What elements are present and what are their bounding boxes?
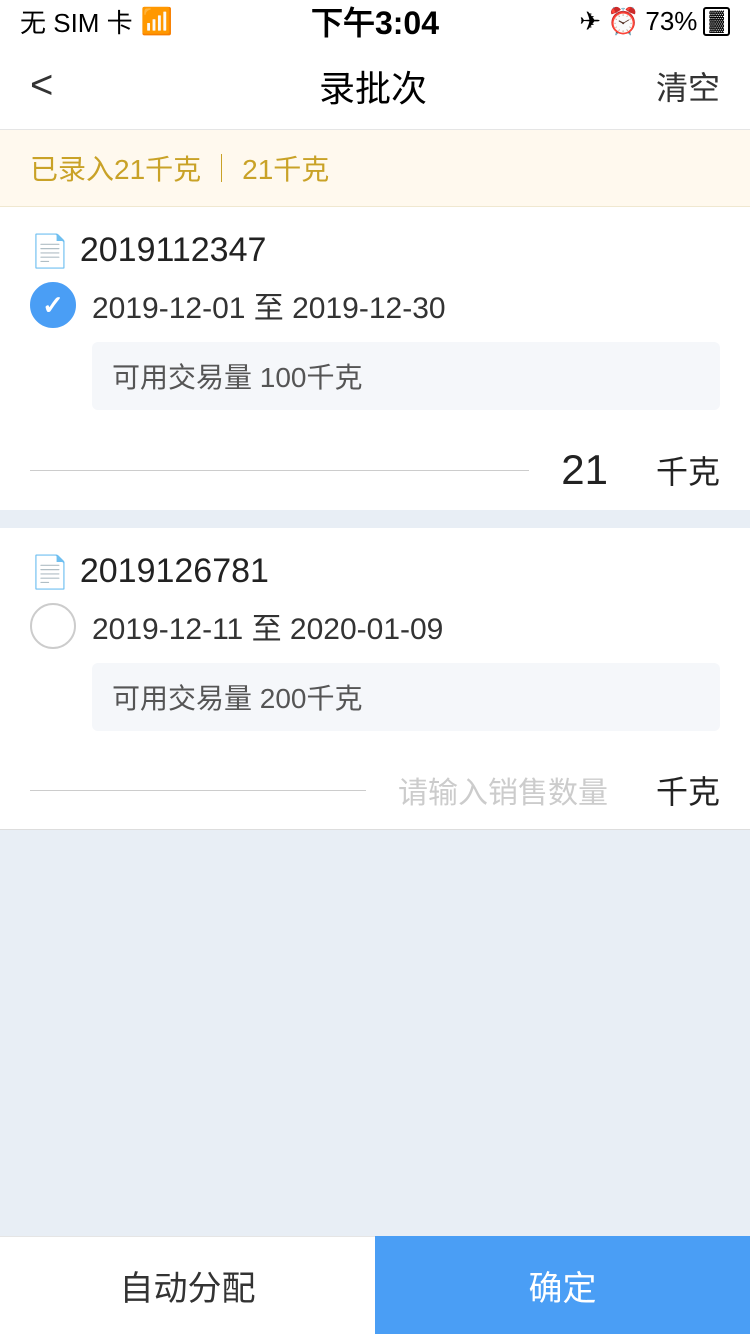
batch-checkbox-2[interactable]: ✓ — [30, 603, 76, 649]
nav-bar: < 录批次 清空 — [0, 42, 750, 130]
status-time: 下午3:04 — [311, 0, 439, 44]
checkmark-icon-2: ✓ — [42, 611, 64, 642]
auto-distribute-button[interactable]: 自动分配 — [0, 1236, 375, 1334]
input-placeholder-2[interactable]: 请输入销售数量 — [398, 768, 608, 812]
status-bar: 无 SIM 卡 📶 下午3:04 ✈ ⏰ 73% ▓ — [0, 0, 750, 42]
total-amount: 21千克 — [242, 148, 329, 188]
info-banner: 已录入21千克 21千克 — [0, 130, 750, 207]
info-divider — [221, 154, 222, 182]
batch-date-row-1: ✓ 2019-12-01 至 2019-12-30 — [30, 282, 720, 328]
battery-text: 73% — [645, 6, 697, 37]
available-box-1: 可用交易量 100千克 — [92, 342, 720, 410]
batch-id-2: 2019126781 — [80, 552, 269, 591]
input-row-2: 请输入销售数量 千克 — [0, 747, 750, 830]
batch-item-1: 📄 2019112347 ✓ 2019-12-01 至 2019-12-30 可… — [0, 207, 750, 410]
batch-checkbox-1[interactable]: ✓ — [30, 282, 76, 328]
carrier-text: 无 SIM 卡 — [20, 3, 133, 40]
gray-area — [0, 830, 750, 1270]
quantity-row-1: 21 千克 — [0, 426, 750, 510]
batch-date-1: 2019-12-01 至 2019-12-30 — [92, 283, 446, 327]
battery-icon: ▓ — [703, 7, 730, 36]
alarm-icon: ⏰ — [607, 6, 639, 37]
input-unit-2: 千克 — [656, 767, 720, 813]
page-title: 录批次 — [319, 60, 427, 112]
status-left: 无 SIM 卡 📶 — [20, 3, 173, 40]
clear-button[interactable]: 清空 — [656, 63, 720, 109]
quantity-value-1: 21 — [561, 446, 608, 494]
batch-header-1: 📄 2019112347 — [30, 231, 720, 270]
quantity-unit-1: 千克 — [656, 447, 720, 493]
batch-item-2: 📄 2019126781 ✓ 2019-12-11 至 2020-01-09 可… — [0, 528, 750, 731]
recorded-amount: 已录入21千克 — [30, 148, 201, 188]
checkmark-icon-1: ✓ — [42, 290, 64, 321]
batch-date-row-2: ✓ 2019-12-11 至 2020-01-09 — [30, 603, 720, 649]
bottom-actions: 自动分配 确定 — [0, 1236, 750, 1334]
location-icon: ✈ — [579, 6, 601, 37]
back-button[interactable]: < — [30, 63, 90, 108]
batch-header-2: 📄 2019126781 — [30, 552, 720, 591]
batch-card-1: 📄 2019112347 ✓ 2019-12-01 至 2019-12-30 可… — [0, 207, 750, 510]
wifi-icon: 📶 — [141, 6, 173, 37]
available-box-2: 可用交易量 200千克 — [92, 663, 720, 731]
batch-id-1: 2019112347 — [80, 231, 267, 270]
batch-icon-1: 📄 — [30, 232, 70, 270]
status-right: ✈ ⏰ 73% ▓ — [579, 6, 730, 37]
batch-date-2: 2019-12-11 至 2020-01-09 — [92, 604, 443, 648]
batch-icon-2: 📄 — [30, 553, 70, 591]
confirm-button[interactable]: 确定 — [375, 1236, 750, 1334]
batch-card-2: 📄 2019126781 ✓ 2019-12-11 至 2020-01-09 可… — [0, 528, 750, 830]
